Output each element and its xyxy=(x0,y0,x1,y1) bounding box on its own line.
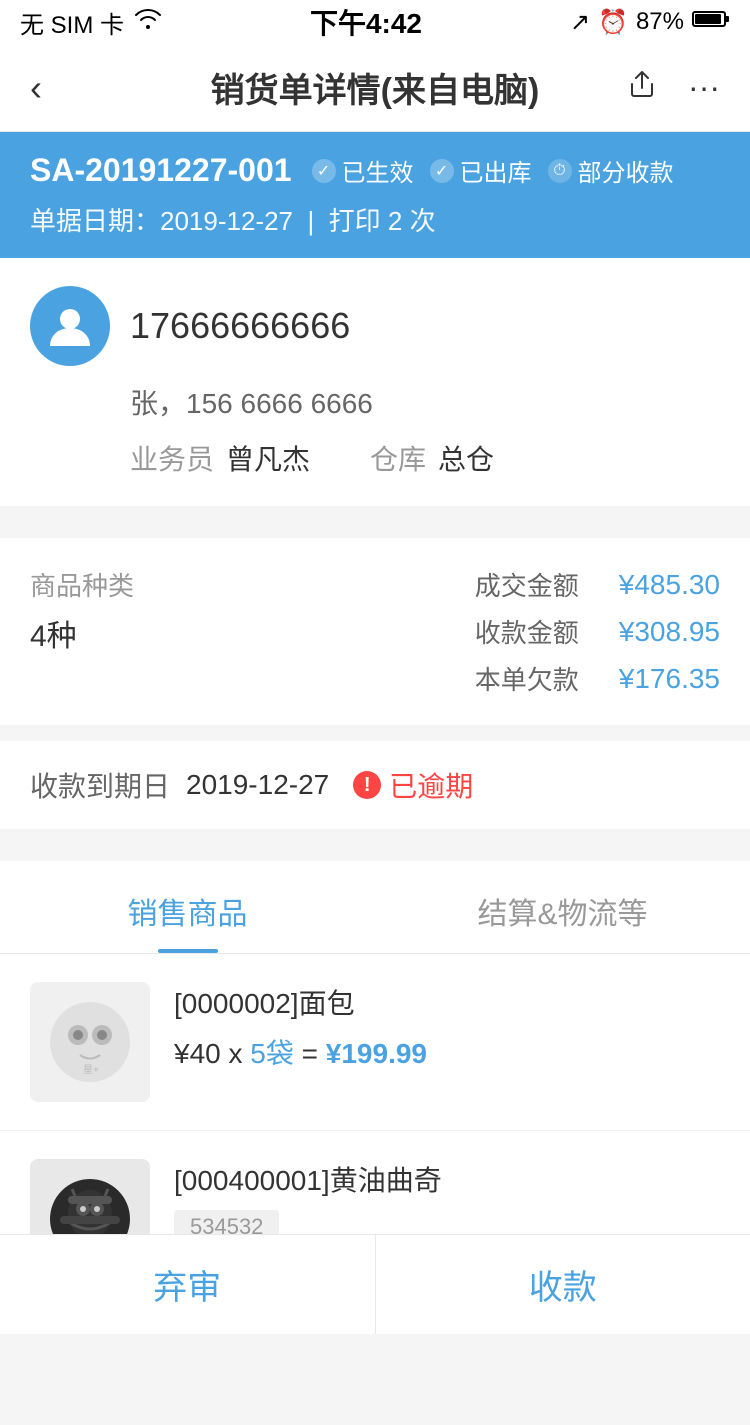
tabs-row: 销售商品 结算&物流等 xyxy=(0,861,750,953)
stat-debt: 本单欠款 ¥176.35 xyxy=(475,660,720,697)
sales-value: 曾凡杰 xyxy=(226,438,310,478)
cancel-button[interactable]: 弃审 xyxy=(0,1235,376,1334)
carrier-text: 无 SIM 卡 xyxy=(20,5,124,40)
tab-sales-goods-label: 销售商品 xyxy=(128,898,248,931)
product-name-2: [000400001]黄油曲奇 xyxy=(174,1159,720,1199)
customer-row: 17666666666 xyxy=(30,286,720,366)
confirm-label: 收款 xyxy=(529,1260,597,1309)
print-count: 打印 2 次 xyxy=(329,206,436,236)
nav-actions: ··· xyxy=(626,68,720,108)
wifi-icon xyxy=(134,8,162,36)
price-qty-1: 5袋 xyxy=(250,1038,294,1069)
back-button[interactable]: ‹ xyxy=(30,67,42,109)
overdue-badge: ! 已逾期 xyxy=(353,765,473,805)
bottom-spacer xyxy=(0,1325,750,1425)
customer-phone: 17666666666 xyxy=(130,305,350,347)
debt-value: ¥176.35 xyxy=(619,663,720,695)
due-section: 收款到期日 2019-12-27 ! 已逾期 xyxy=(0,741,750,829)
stats-left: 商品种类 4种 xyxy=(30,566,134,655)
price-total-1: ¥199.99 xyxy=(326,1038,427,1069)
product-price-1: ¥40 x 5袋 = ¥199.99 xyxy=(174,1032,720,1072)
badge-partial-label: 部分收款 xyxy=(578,153,674,188)
badge-partial: ⏱ 部分收款 xyxy=(548,153,674,188)
separator1 xyxy=(0,522,750,538)
clock-icon: ⏱ xyxy=(548,159,572,183)
order-id: SA-20191227-001 xyxy=(30,152,292,189)
stats-section: 商品种类 4种 成交金额 ¥485.30 收款金额 ¥308.95 本单欠款 ¥… xyxy=(0,538,750,725)
received-value: ¥308.95 xyxy=(619,616,720,648)
header-banner: SA-20191227-001 ✓ 已生效 ✓ 已出库 ⏱ 部分收款 单据日期：… xyxy=(0,132,750,258)
amount-value: ¥485.30 xyxy=(619,569,720,601)
badge-effective-label: 已生效 xyxy=(342,153,414,188)
badge-shipped-label: 已出库 xyxy=(460,153,532,188)
avatar xyxy=(30,286,110,366)
due-label: 收款到期日 xyxy=(30,765,170,805)
tab-settlement-label: 结算&物流等 xyxy=(477,898,647,931)
customer-info: 张，156 6666 6666 xyxy=(130,382,720,422)
cancel-label: 弃审 xyxy=(153,1260,221,1309)
customer-meta: 业务员 曾凡杰 仓库 总仓 xyxy=(130,438,720,478)
product-info-1: [0000002]面包 ¥40 x 5袋 = ¥199.99 xyxy=(174,982,720,1072)
overdue-icon: ! xyxy=(353,771,381,799)
tabs-section: 销售商品 结算&物流等 xyxy=(0,861,750,954)
due-date: 2019-12-27 xyxy=(186,769,329,801)
type-label: 商品种类 xyxy=(30,566,134,603)
status-time: 下午4:42 xyxy=(310,2,422,42)
debt-label: 本单欠款 xyxy=(475,660,579,697)
order-date: 单据日期：2019-12-27 xyxy=(30,206,293,236)
price-base-1: ¥40 xyxy=(174,1038,221,1069)
bottom-actions: 弃审 收款 xyxy=(0,1234,750,1334)
stat-amount: 成交金额 ¥485.30 xyxy=(475,566,720,603)
tab-settlement[interactable]: 结算&物流等 xyxy=(375,861,750,953)
status-bar: 无 SIM 卡 下午4:42 ↗ ⏰ 87% xyxy=(0,0,750,44)
check-icon2: ✓ xyxy=(430,159,454,183)
stats-right: 成交金额 ¥485.30 收款金额 ¥308.95 本单欠款 ¥176.35 xyxy=(475,566,720,697)
battery-text: 87% xyxy=(636,8,684,36)
battery-icon xyxy=(692,8,730,36)
header-sub: 单据日期：2019-12-27 | 打印 2 次 xyxy=(30,201,720,238)
warehouse-value: 总仓 xyxy=(438,438,494,478)
share-icon[interactable] xyxy=(626,68,658,108)
badge-effective: ✓ 已生效 xyxy=(312,153,414,188)
product-name-1: [0000002]面包 xyxy=(174,982,720,1022)
location-icon: ↗ xyxy=(570,8,590,37)
tab-sales-goods[interactable]: 销售商品 xyxy=(0,861,375,953)
warehouse-label: 仓库 xyxy=(370,438,426,478)
nav-title: 销货单详情(来自电脑) xyxy=(211,63,540,112)
status-badges: ✓ 已生效 ✓ 已出库 ⏱ 部分收款 xyxy=(312,153,674,188)
product-image-1: 星+ xyxy=(30,982,150,1102)
stat-received: 收款金额 ¥308.95 xyxy=(475,613,720,650)
overdue-text: 已逾期 xyxy=(389,765,473,805)
price-x-1: x xyxy=(229,1038,251,1069)
received-label: 收款金额 xyxy=(475,613,579,650)
sales-label: 业务员 xyxy=(130,438,214,478)
more-icon[interactable]: ··· xyxy=(688,69,720,106)
type-value: 4种 xyxy=(30,611,134,655)
meta-sales: 业务员 曾凡杰 xyxy=(130,438,310,478)
nav-bar: ‹ 销货单详情(来自电脑) ··· xyxy=(0,44,750,132)
confirm-button[interactable]: 收款 xyxy=(376,1235,750,1334)
customer-section: 17666666666 张，156 6666 6666 业务员 曾凡杰 仓库 总… xyxy=(0,258,750,506)
status-left: 无 SIM 卡 xyxy=(20,5,162,40)
separator2 xyxy=(0,829,750,845)
price-eq-1: = xyxy=(302,1038,326,1069)
svg-text:星+: 星+ xyxy=(83,1064,99,1076)
check-icon1: ✓ xyxy=(312,159,336,183)
meta-warehouse: 仓库 总仓 xyxy=(370,438,494,478)
table-row: 星+ [0000002]面包 ¥40 x 5袋 = ¥199.99 xyxy=(0,954,750,1131)
alarm-icon: ⏰ xyxy=(598,8,628,37)
amount-label: 成交金额 xyxy=(475,566,579,603)
badge-shipped: ✓ 已出库 xyxy=(430,153,532,188)
status-right: ↗ ⏰ 87% xyxy=(570,8,730,37)
